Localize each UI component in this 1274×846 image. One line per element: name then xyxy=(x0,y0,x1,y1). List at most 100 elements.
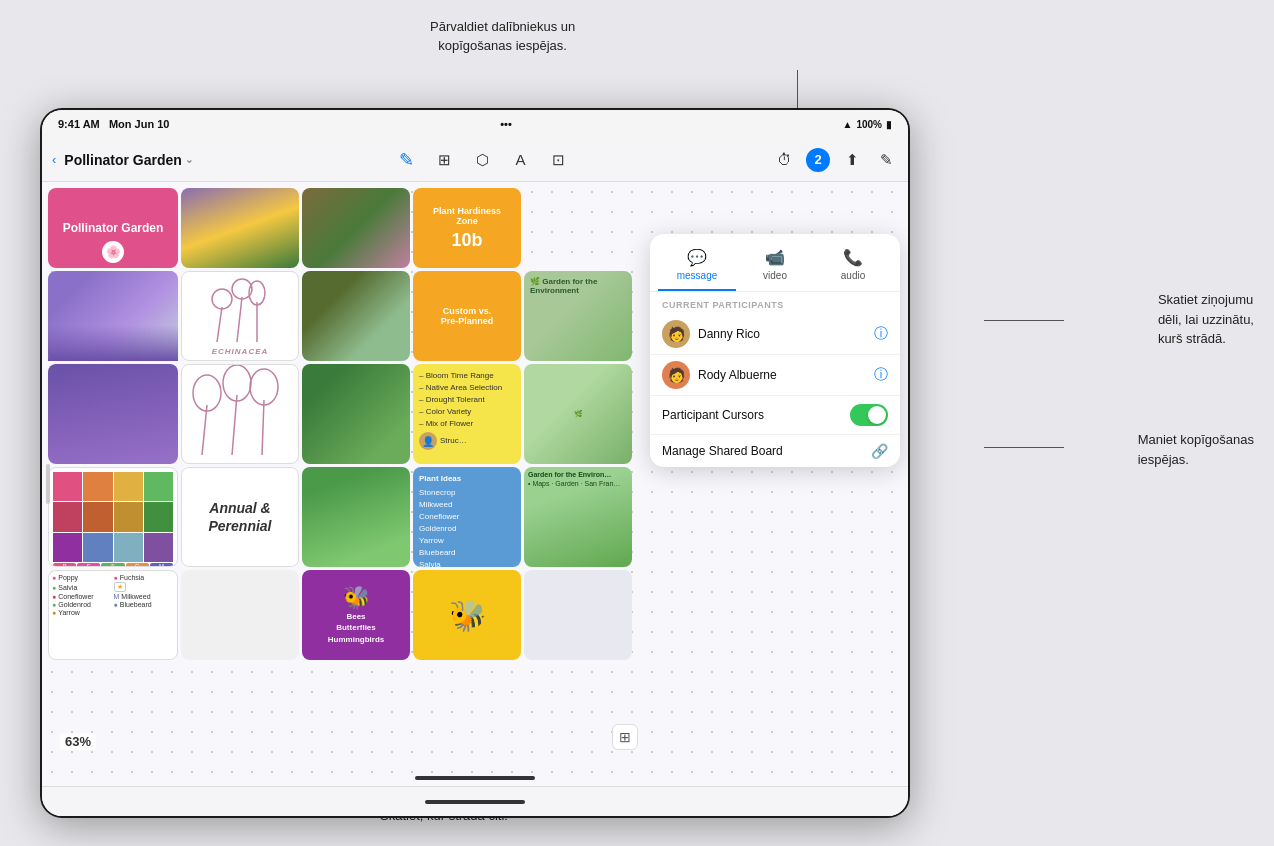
battery-icon: ▮ xyxy=(886,119,892,130)
rody-info-icon[interactable]: ⓘ xyxy=(874,366,888,384)
message-tab-icon: 💬 xyxy=(687,248,707,267)
annotation-right-bottom: Maniet kopīgošanasiespējas. xyxy=(1138,430,1254,469)
status-bar: 9:41 AM Mon Jun 10 ••• ▲ 100% ▮ xyxy=(42,110,908,138)
card-garden-env-mid: 🌿 xyxy=(524,364,632,464)
video-tab-icon: 📹 xyxy=(765,248,785,267)
card-annual-perennial: Annual &Perennial xyxy=(181,467,299,567)
clock-icon[interactable]: ⏱ xyxy=(772,148,796,172)
annotate-icon[interactable]: ✎ xyxy=(394,148,418,172)
card-echinacea-sketch: ECHINACEA xyxy=(181,271,299,361)
card-flowers-photo xyxy=(302,188,410,268)
status-time: 9:41 AM Mon Jun 10 xyxy=(58,118,169,130)
title-text: Pollinator Garden xyxy=(64,152,181,168)
toolbar: ‹ Pollinator Garden ⌄ ✎ ⊞ ⬡ A ⊡ ⏱ 2 xyxy=(42,138,908,182)
ann-line-right-bottom xyxy=(984,447,1064,448)
danny-name: Danny Rico xyxy=(698,327,866,341)
cursors-label: Participant Cursors xyxy=(662,408,842,422)
card-butterfly-photo xyxy=(181,188,299,268)
annotation-right-top-text: Skatiet ziņojumudēli, lai uzzinātu,kurš … xyxy=(1158,292,1254,346)
message-tab-label: message xyxy=(677,270,718,281)
people-icon[interactable]: 2 xyxy=(806,148,830,172)
photo-icon[interactable]: ⊡ xyxy=(546,148,570,172)
card-garden-photo-3 xyxy=(302,467,410,567)
panel-tabs: 💬 message 📹 video 📞 audio xyxy=(650,234,900,292)
rody-name: Rody Albuerne xyxy=(698,368,866,382)
tab-audio[interactable]: 📞 audio xyxy=(814,244,892,291)
annotation-right-top: Skatiet ziņojumudēli, lai uzzinātu,kurš … xyxy=(1158,290,1254,349)
svg-line-6 xyxy=(202,405,207,455)
document-title[interactable]: Pollinator Garden ⌄ xyxy=(64,152,192,168)
annotation-top: Pārvaldiet dalībniekus unkopīgošanas ies… xyxy=(430,18,575,56)
board-content[interactable]: Pollinator Garden 🌸 Plant Hardiness xyxy=(48,188,650,758)
card-garden-env-top: 🌿 Garden for the Environment xyxy=(524,271,632,361)
grid-layout-icon: ⊞ xyxy=(619,729,631,745)
participants-panel: 💬 message 📹 video 📞 audio xyxy=(650,234,900,467)
bottom-bar xyxy=(42,786,908,816)
participant-rody: 🧑 Rody Albuerne ⓘ xyxy=(650,355,900,396)
grid-icon[interactable]: ⊞ xyxy=(432,148,456,172)
card-pollinator-title: Pollinator Garden 🌸 xyxy=(48,188,178,268)
danny-avatar: 🧑 xyxy=(662,320,690,348)
toolbar-center-icons: ✎ ⊞ ⬡ A ⊡ xyxy=(201,148,764,172)
svg-line-0 xyxy=(217,307,222,342)
annotation-right-bottom-text: Maniet kopīgošanasiespējas. xyxy=(1138,432,1254,467)
outer-background: Pārvaldiet dalībniekus unkopīgošanas ies… xyxy=(0,0,1274,846)
back-button[interactable]: ‹ xyxy=(52,152,56,167)
card-row5-col2 xyxy=(181,570,299,660)
tab-message[interactable]: 💬 message xyxy=(658,244,736,291)
zoom-percent: 63% xyxy=(60,733,96,750)
card-garden-env-full: Garden for the Environ… • Maps · Garden … xyxy=(524,467,632,567)
card-bee-photo: 🐝 xyxy=(413,570,521,660)
card-color-chart: P F S C M xyxy=(48,467,178,567)
card-echinacea-cont xyxy=(181,364,299,464)
card-plant-items: ●Poppy ●Fuchsia ●Salvia ★ ●Coneflower MM… xyxy=(48,570,178,660)
title-chevron: ⌄ xyxy=(185,154,193,165)
card-garden-photo xyxy=(302,271,410,361)
svg-line-2 xyxy=(237,297,242,342)
card-hardiness: Plant Hardiness Zone 10b xyxy=(413,188,521,268)
status-right: ▲ 100% ▮ xyxy=(843,119,892,130)
sketch-svg xyxy=(197,277,287,347)
zone-value: 10b xyxy=(451,230,482,251)
ann-line-right-top xyxy=(984,320,1064,321)
wifi-icon: ▲ xyxy=(843,119,853,130)
shape-icon[interactable]: ⬡ xyxy=(470,148,494,172)
participant-cursors-row: Participant Cursors xyxy=(650,396,900,435)
ipad-device: 9:41 AM Mon Jun 10 ••• ▲ 100% ▮ ‹ xyxy=(40,108,910,818)
grid-layout-button[interactable]: ⊞ xyxy=(612,724,638,750)
tab-video[interactable]: 📹 video xyxy=(736,244,814,291)
svg-point-1 xyxy=(212,289,232,309)
svg-line-7 xyxy=(232,395,237,455)
echinacea-label: ECHINACEA xyxy=(212,347,269,356)
manage-share-icon: 🔗 xyxy=(871,443,888,459)
pollinator-avatar: 🌸 xyxy=(102,241,124,263)
manage-shared-board-row[interactable]: Manage Shared Board 🔗 xyxy=(650,435,900,467)
svg-line-8 xyxy=(262,400,264,455)
color-grid xyxy=(53,472,173,562)
card-garden-photo-2 xyxy=(302,364,410,464)
toolbar-right-icons: ⏱ 2 ⬆ ✎ xyxy=(772,148,898,172)
danny-info-icon[interactable]: ⓘ xyxy=(874,325,888,343)
participant-danny: 🧑 Danny Rico ⓘ xyxy=(650,314,900,355)
annotation-top-text: Pārvaldiet dalībniekus unkopīgošanas ies… xyxy=(430,19,575,53)
cursors-toggle[interactable] xyxy=(850,404,888,426)
back-chevron: ‹ xyxy=(52,152,56,167)
canvas-area: Pollinator Garden 🌸 Plant Hardiness xyxy=(42,182,908,786)
drag-handle[interactable] xyxy=(46,464,50,504)
participants-section-label: CURRENT PARTICIPANTS xyxy=(650,292,900,314)
status-time-text: 9:41 AM xyxy=(58,118,100,130)
battery-text: 100% xyxy=(856,119,882,130)
annual-text: Annual &Perennial xyxy=(208,499,271,535)
video-tab-label: video xyxy=(763,270,787,281)
card-bloom-list: – Bloom Time Range – Native Area Selecti… xyxy=(413,364,521,464)
ipad-screen: 9:41 AM Mon Jun 10 ••• ▲ 100% ▮ ‹ xyxy=(42,110,908,816)
audio-tab-label: audio xyxy=(841,270,865,281)
card-bees-lavender xyxy=(48,271,178,361)
status-date-text: Mon Jun 10 xyxy=(109,118,170,130)
bloom-avatar: 👤 xyxy=(419,432,437,450)
edit-icon[interactable]: ✎ xyxy=(874,148,898,172)
share-icon[interactable]: ⬆ xyxy=(840,148,864,172)
manage-shared-board-label: Manage Shared Board xyxy=(662,444,863,458)
card-custom: Custom vs.Pre-Planned xyxy=(413,271,521,361)
text-icon[interactable]: A xyxy=(508,148,532,172)
